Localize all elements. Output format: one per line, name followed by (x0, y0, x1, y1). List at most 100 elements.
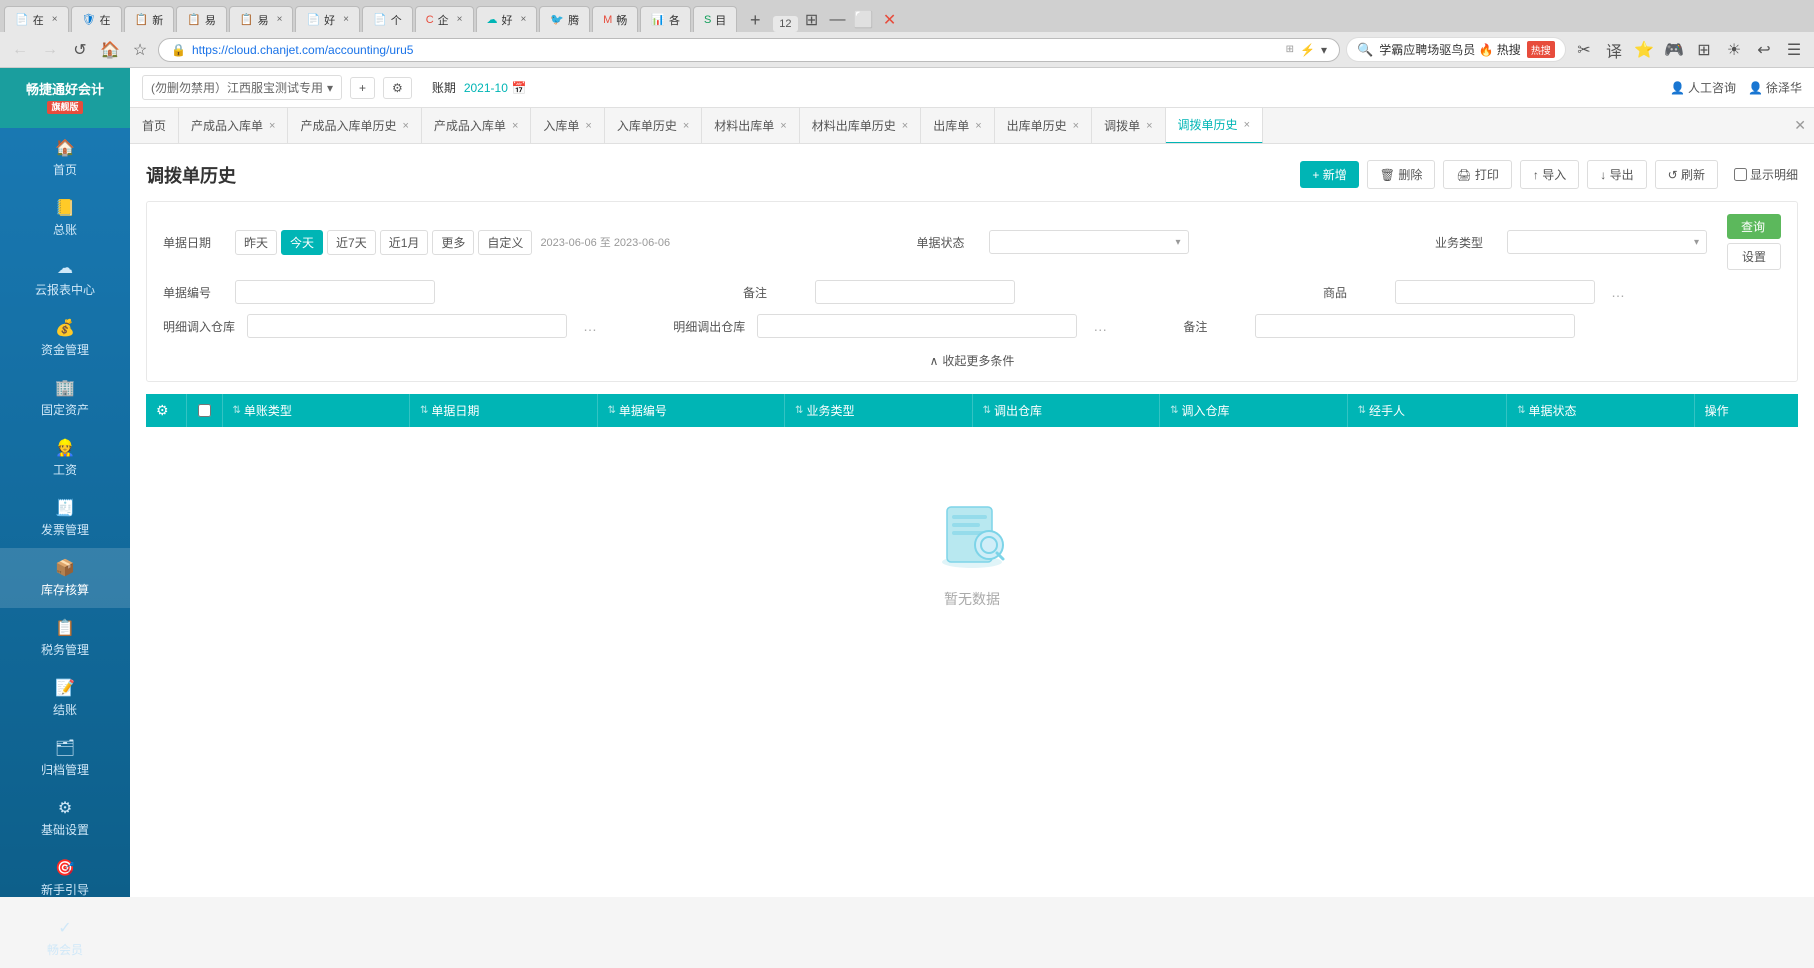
browser-tab-9[interactable]: ☁ 好 × (476, 6, 538, 32)
more-btn[interactable]: 更多 (432, 230, 474, 255)
sidebar-item-inventory[interactable]: 📦 库存核算 (0, 548, 130, 608)
tab-close-icon[interactable]: × (780, 120, 786, 132)
display-cols-checkbox[interactable] (1734, 168, 1747, 181)
forward-button[interactable]: → (38, 38, 62, 62)
display-cols-button[interactable]: 显示明细 (1734, 166, 1798, 183)
export-button[interactable]: ↓ 导出 (1587, 160, 1646, 189)
sun-button[interactable]: ☀ (1722, 38, 1746, 62)
page-tab-6[interactable]: 材料出库单 × (702, 108, 799, 144)
detail-out-input[interactable] (757, 314, 1077, 338)
today-btn[interactable]: 今天 (281, 230, 323, 255)
sidebar-item-home[interactable]: 🏠 首页 (0, 128, 130, 188)
page-tab-1[interactable]: 产成品入库单 × (179, 108, 288, 144)
tab-close-icon[interactable]: × (1073, 120, 1079, 132)
company-selector[interactable]: (勿删勿禁用）江西服宝测试专用 ▾ (142, 75, 342, 100)
browser-tab-6[interactable]: 📄 好 × (295, 6, 360, 32)
menu-button[interactable]: ☰ (1782, 38, 1806, 62)
sidebar-item-wage[interactable]: 👷 工资 (0, 428, 130, 488)
status-select[interactable] (989, 230, 1189, 254)
sidebar-item-tax[interactable]: 📋 税务管理 (0, 608, 130, 668)
th-handler-sort[interactable]: 经手人 (1358, 402, 1497, 419)
th-doc-type[interactable]: 单账类型 (222, 394, 410, 427)
biz-type-select[interactable] (1507, 230, 1707, 254)
user-menu[interactable]: 👤 徐泽华 (1748, 79, 1802, 96)
star-button[interactable]: ⭐ (1632, 38, 1656, 62)
browser-tab-10[interactable]: 🐦 腾 (539, 6, 590, 32)
sidebar-item-ledger[interactable]: 📒 总账 (0, 188, 130, 248)
th-handler[interactable]: 经手人 (1347, 394, 1507, 427)
tab-close-icon[interactable]: × (1244, 119, 1250, 131)
tab-bar-close-button[interactable]: ✕ (1786, 117, 1814, 134)
select-all-wrapper[interactable] (197, 404, 212, 417)
select-all-checkbox[interactable] (198, 404, 211, 417)
th-doc-type-sort[interactable]: 单账类型 (233, 402, 400, 419)
th-in-warehouse[interactable]: 调入仓库 (1160, 394, 1348, 427)
browser-tab-13[interactable]: S 目 (693, 6, 737, 32)
page-tab-11[interactable]: 调拨单历史 × (1166, 108, 1263, 144)
detail-in-ellipsis-icon[interactable]: … (579, 318, 601, 334)
table-settings-icon[interactable]: ⚙ (156, 402, 169, 418)
th-doc-date-sort[interactable]: 单据日期 (420, 402, 587, 419)
sidebar-item-invoice[interactable]: 🧾 发票管理 (0, 488, 130, 548)
tab-close-icon[interactable]: × (402, 120, 408, 132)
note-input[interactable] (1255, 314, 1575, 338)
home-button[interactable]: 🏠 (98, 38, 122, 62)
browser-tab-3[interactable]: 📋 新 (124, 6, 175, 32)
collapse-button[interactable]: ∧ 收起更多条件 (930, 352, 1015, 369)
page-tab-9[interactable]: 出库单历史 × (995, 108, 1092, 144)
back-button[interactable]: ← (8, 38, 32, 62)
address-bar[interactable]: 🔒 https://cloud.chanjet.com/accounting/u… (158, 38, 1340, 62)
page-tab-home[interactable]: 首页 (130, 108, 179, 144)
company-settings-button[interactable]: ⚙ (383, 77, 412, 99)
th-out-warehouse-sort[interactable]: 调出仓库 (983, 402, 1150, 419)
sidebar-item-settings[interactable]: ⚙ 基础设置 (0, 788, 130, 848)
query-button[interactable]: 查询 (1727, 214, 1781, 239)
page-tab-10[interactable]: 调拨单 × (1092, 108, 1165, 144)
grid-button[interactable]: ⊞ (1692, 38, 1716, 62)
minimize-button[interactable]: — (826, 8, 850, 32)
extensions-button[interactable]: ⊞ (800, 8, 824, 32)
new-tab-button[interactable]: + (743, 8, 767, 32)
consultant-button[interactable]: 👤 人工咨询 (1670, 79, 1736, 96)
game-button[interactable]: 🎮 (1662, 38, 1686, 62)
page-tab-5[interactable]: 入库单历史 × (605, 108, 702, 144)
page-tab-2[interactable]: 产成品入库单历史 × (288, 108, 421, 144)
dropdown-icon[interactable]: ▾ (1321, 43, 1327, 57)
maximize-button[interactable]: ⬜ (852, 8, 876, 32)
yesterday-btn[interactable]: 昨天 (235, 230, 277, 255)
th-status-sort[interactable]: 单据状态 (1517, 402, 1684, 419)
close-button[interactable]: ✕ (878, 8, 902, 32)
tab-close-icon[interactable]: × (585, 120, 591, 132)
bookmark-button[interactable]: ☆ (128, 38, 152, 62)
browser-tab-7[interactable]: 📄 个 (362, 6, 413, 32)
remark-input[interactable] (815, 280, 1015, 304)
browser-tab-12[interactable]: 📊 各 (640, 6, 691, 32)
browser-tab-11[interactable]: M 畅 (592, 6, 638, 32)
browser-tab-1[interactable]: 📄 在 × (4, 6, 69, 32)
browser-tab-5[interactable]: 📋 易 × (229, 6, 294, 32)
th-biz-type-sort[interactable]: 业务类型 (795, 402, 962, 419)
th-doc-date[interactable]: 单据日期 (410, 394, 598, 427)
th-out-warehouse[interactable]: 调出仓库 (972, 394, 1160, 427)
sidebar-item-member[interactable]: ✓ 畅会员 (0, 908, 130, 968)
sidebar-item-archive[interactable]: 🗂 归档管理 (0, 728, 130, 788)
browser-tab-8[interactable]: C 企 × (415, 6, 474, 32)
page-tab-7[interactable]: 材料出库单历史 × (800, 108, 921, 144)
th-settings[interactable]: ⚙ (146, 394, 186, 427)
sidebar-item-capital[interactable]: 💰 资金管理 (0, 308, 130, 368)
month-btn[interactable]: 近1月 (380, 230, 429, 255)
tab-close-icon[interactable]: × (1146, 120, 1152, 132)
detail-in-input[interactable] (247, 314, 567, 338)
tab-close-icon[interactable]: × (52, 14, 58, 25)
th-status[interactable]: 单据状态 (1507, 394, 1695, 427)
th-in-warehouse-sort[interactable]: 调入仓库 (1170, 402, 1337, 419)
sidebar-item-settle[interactable]: 📝 结账 (0, 668, 130, 728)
tab-close-icon[interactable]: × (343, 14, 349, 25)
tab-close-icon[interactable]: × (457, 14, 463, 25)
import-button[interactable]: ↑ 导入 (1520, 160, 1579, 189)
refresh-button[interactable]: ↺ (68, 38, 92, 62)
tab-close-icon[interactable]: × (975, 120, 981, 132)
page-tab-3[interactable]: 产成品入库单 × (422, 108, 531, 144)
scissors-icon[interactable]: ✂ (1572, 38, 1596, 62)
delete-button[interactable]: 🗑 删除 (1367, 160, 1436, 189)
